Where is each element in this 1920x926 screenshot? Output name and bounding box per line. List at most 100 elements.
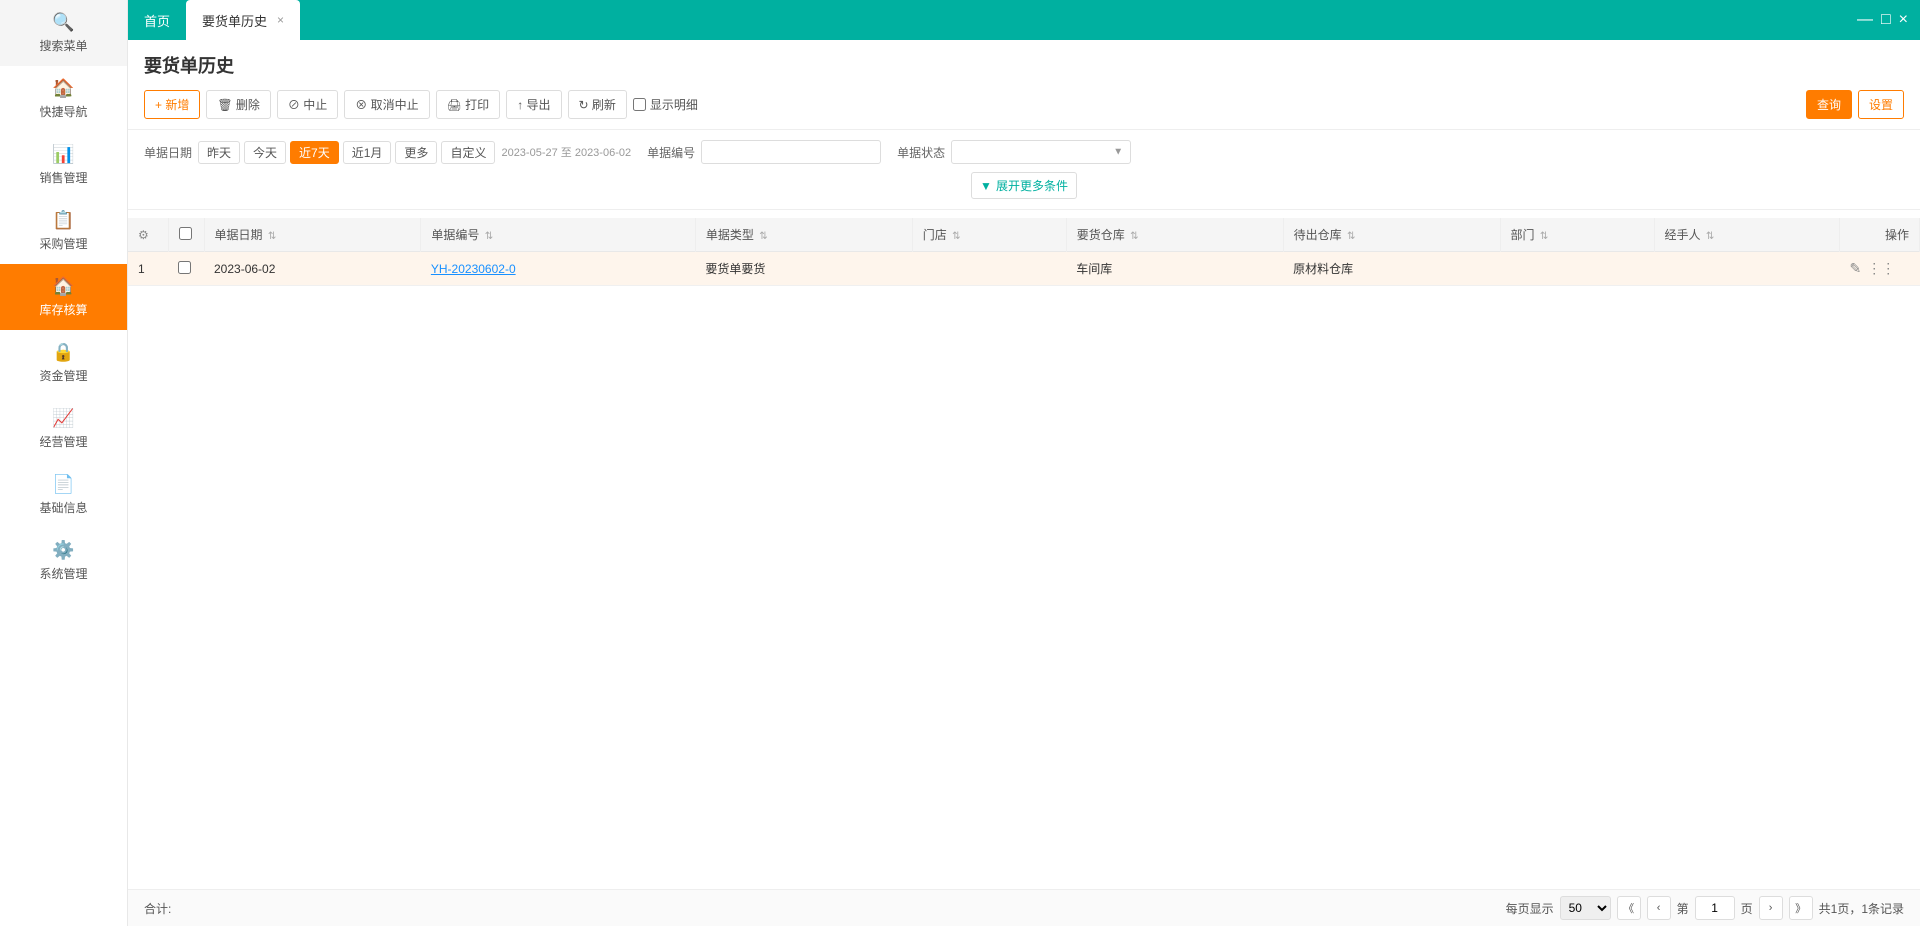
page-title: 要货单历史 [144,52,1904,78]
page-suffix: 页 [1741,900,1753,917]
prev-page-button[interactable]: ‹ [1647,896,1671,920]
cell-checkbox [168,252,204,286]
sidebar-item-basic-info[interactable]: 📄 基础信息 [0,462,127,528]
cell-req-warehouse: 车间库 [1066,252,1283,286]
expand-filter-button[interactable]: ▼ 展开更多条件 [971,172,1077,199]
date-btn-7days[interactable]: 近7天 [290,141,339,164]
row-checkbox[interactable] [178,261,191,274]
th-operation: 操作 [1840,218,1920,252]
sidebar-item-label: 快捷导航 [39,103,87,120]
first-page-button[interactable]: 《 [1617,896,1641,920]
cell-store [912,252,1066,286]
next-page-button[interactable]: › [1759,896,1783,920]
minimize-button[interactable]: — [1857,11,1873,29]
filter-date: 单据日期 昨天 今天 近7天 近1月 更多 自定义 2023-05-27 至 2… [144,141,631,164]
add-button[interactable]: + 新增 [144,90,200,119]
sidebar-item-label: 库存核算 [39,301,87,318]
sort-order-type-icon[interactable]: ⇅ [759,231,767,242]
expand-btn-label: 展开更多条件 [996,177,1068,194]
export-button[interactable]: ↑ 导出 [506,90,561,119]
order-no-link[interactable]: YH-20230602-0 [431,262,516,276]
filter-row-1: 单据日期 昨天 今天 近7天 近1月 更多 自定义 2023-05-27 至 2… [144,140,1904,164]
page-label: 第 [1677,900,1689,917]
close-button[interactable]: × [1899,11,1908,29]
sort-department-icon[interactable]: ⇅ [1540,231,1548,242]
cell-operation: ✎ ⋮⋮ [1840,252,1920,286]
sort-order-no-icon[interactable]: ⇅ [485,231,493,242]
settings-button[interactable]: 设置 [1858,90,1904,119]
sales-icon: 📊 [52,144,74,165]
sidebar-item-inventory[interactable]: 🏠 库存核算 [0,264,127,330]
date-btn-yesterday[interactable]: 昨天 [198,141,240,164]
cell-order-type: 要货单要货 [695,252,912,286]
tab-close-button[interactable]: × [277,13,284,27]
more-icon[interactable]: ⋮⋮ [1867,260,1895,277]
sidebar-item-quick-nav[interactable]: 🏠 快捷导航 [0,66,127,132]
order-no-input[interactable] [701,140,881,164]
sidebar-item-system[interactable]: ⚙️ 系统管理 [0,528,127,594]
col-handler-label: 经手人 [1665,228,1701,242]
tab-active[interactable]: 要货单历史 × [186,0,300,40]
sort-handler-icon[interactable]: ⇅ [1706,231,1714,242]
show-detail-checkbox[interactable] [633,98,646,111]
content-header: 要货单历史 + 新增 🗑 删除 ⊘ 中止 ⊗ 取消中止 🖨 打印 ↑ 导出 ↻ … [128,40,1920,130]
cell-order-no: YH-20230602-0 [421,252,696,286]
sidebar-item-label: 采购管理 [39,235,87,252]
sidebar: 🔍 搜索菜单 🏠 快捷导航 📊 销售管理 📋 采购管理 🏠 库存核算 🔒 资金管… [0,0,128,926]
show-detail-checkbox-label[interactable]: 显示明细 [633,96,698,113]
filter-area: 单据日期 昨天 今天 近7天 近1月 更多 自定义 2023-05-27 至 2… [128,130,1920,210]
stop-button[interactable]: ⊘ 中止 [277,90,338,119]
status-select[interactable] [951,140,1131,164]
operations-icon: 📈 [52,408,74,429]
query-button[interactable]: 查询 [1806,90,1852,119]
sidebar-item-sales[interactable]: 📊 销售管理 [0,132,127,198]
sidebar-item-purchase[interactable]: 📋 采购管理 [0,198,127,264]
cell-date: 2023-06-02 [204,252,421,286]
last-page-button[interactable]: 》 [1789,896,1813,920]
date-btn-custom[interactable]: 自定义 [441,141,495,164]
refresh-button[interactable]: ↻ 刷新 [568,90,627,119]
col-store-label: 门店 [923,228,947,242]
cell-handler [1654,252,1839,286]
settings-icon[interactable]: ⚙ [138,228,149,242]
restore-button[interactable]: □ [1881,11,1891,29]
pagination: 每页显示 50 10 20 100 《 ‹ 第 页 › 》 共1页，1条记录 [1506,896,1904,920]
sidebar-item-operations[interactable]: 📈 经营管理 [0,396,127,462]
date-btn-1month[interactable]: 近1月 [343,141,392,164]
page-number-input[interactable] [1695,896,1735,920]
search-menu-icon: 🔍 [52,12,74,33]
sidebar-item-label: 资金管理 [39,367,87,384]
sidebar-item-finance[interactable]: 🔒 资金管理 [0,330,127,396]
expand-down-icon: ▼ [980,179,992,193]
cancel-stop-button[interactable]: ⊗ 取消中止 [344,90,429,119]
select-all-checkbox[interactable] [179,227,192,240]
toolbar-right: 查询 设置 [1806,90,1904,119]
th-settings: ⚙ [128,218,168,252]
date-btn-today[interactable]: 今天 [244,141,286,164]
sort-store-icon[interactable]: ⇅ [952,231,960,242]
th-checkbox [168,218,204,252]
filter-status: 单据状态 [897,140,1131,164]
sort-date-icon[interactable]: ⇅ [268,231,276,242]
status-select-wrapper [951,140,1131,164]
sort-pending-warehouse-icon[interactable]: ⇅ [1347,231,1355,242]
col-department-label: 部门 [1511,228,1535,242]
sort-req-warehouse-icon[interactable]: ⇅ [1130,231,1138,242]
edit-icon[interactable]: ✎ [1850,260,1862,277]
sidebar-item-label: 基础信息 [39,499,87,516]
sidebar-item-label: 搜索菜单 [39,37,87,54]
th-req-warehouse: 要货仓库 ⇅ [1066,218,1283,252]
sidebar-item-search-menu[interactable]: 🔍 搜索菜单 [0,0,127,66]
topbar: 首页 要货单历史 × — □ × [128,0,1920,40]
main-area: 首页 要货单历史 × — □ × 要货单历史 + 新增 🗑 删除 ⊘ 中止 ⊗ … [128,0,1920,926]
col-pending-warehouse-label: 待出仓库 [1294,228,1342,242]
sidebar-item-label: 系统管理 [39,565,87,582]
delete-button[interactable]: 🗑 删除 [206,90,271,119]
table-body: 1 2023-06-02 YH-20230602-0 要货单要货 车间库 原材料… [128,252,1920,286]
basic-info-icon: 📄 [52,474,74,495]
tab-home[interactable]: 首页 [128,0,186,40]
print-button[interactable]: 🖨 打印 [436,90,501,119]
col-order-no-label: 单据编号 [431,228,479,242]
date-btn-more[interactable]: 更多 [395,141,437,164]
per-page-select[interactable]: 50 10 20 100 [1560,896,1611,920]
